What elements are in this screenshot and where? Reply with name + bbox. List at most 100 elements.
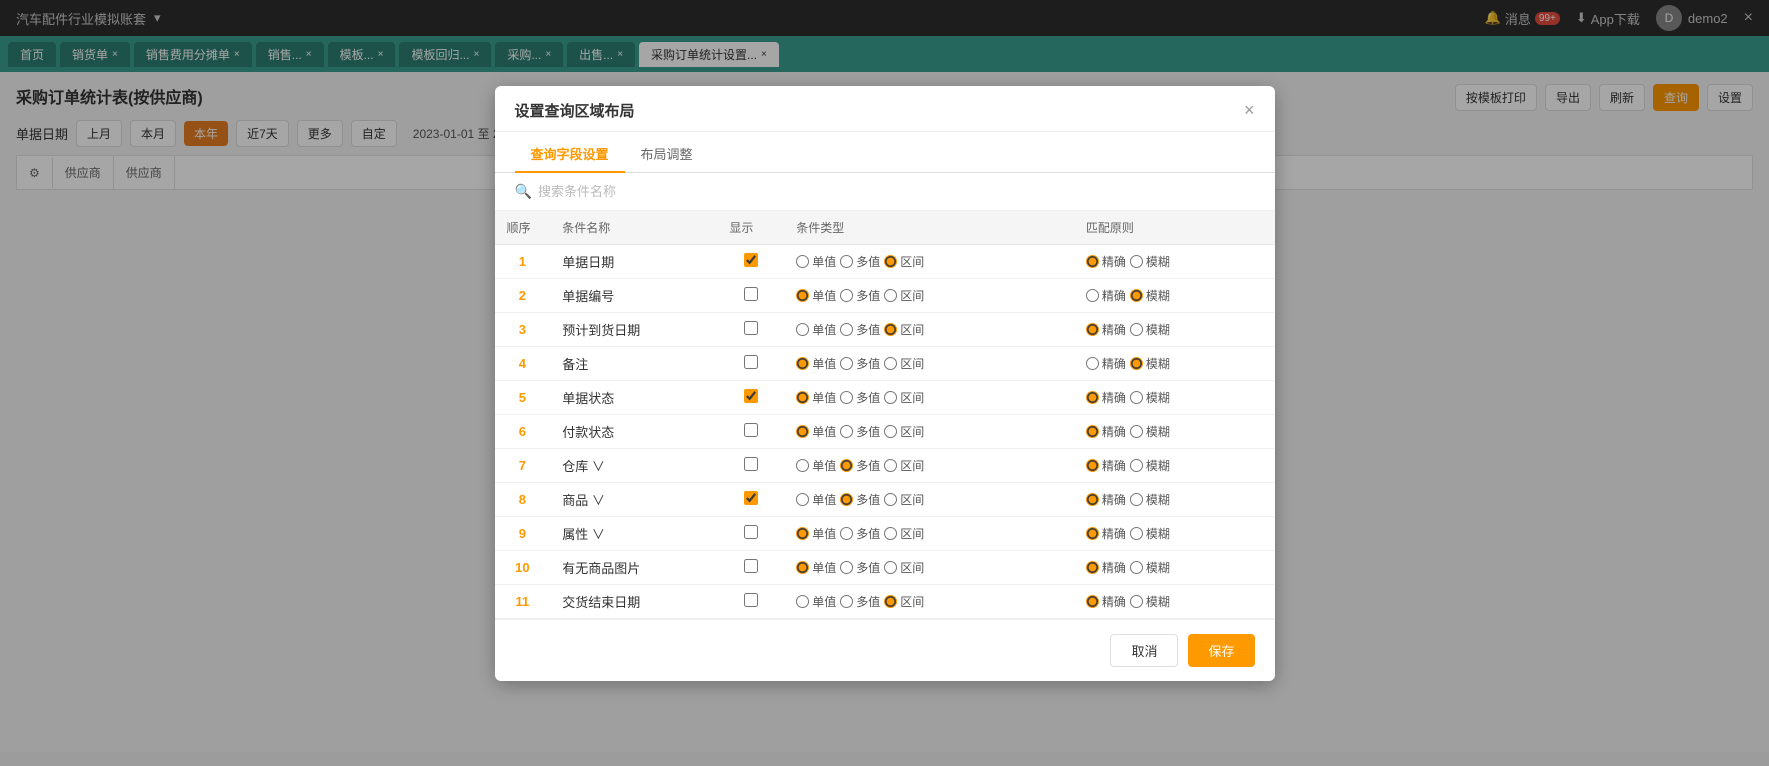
type-radio[interactable] xyxy=(796,493,809,506)
display-checkbox[interactable] xyxy=(744,287,758,301)
match-radio[interactable] xyxy=(1086,255,1099,268)
match-radio-label[interactable]: 模糊 xyxy=(1130,559,1170,576)
match-radio[interactable] xyxy=(1130,255,1143,268)
type-radio-label[interactable]: 多值 xyxy=(840,389,880,406)
type-radio[interactable] xyxy=(840,527,853,540)
type-radio[interactable] xyxy=(796,425,809,438)
match-radio[interactable] xyxy=(1130,527,1143,540)
type-radio[interactable] xyxy=(884,391,897,404)
type-radio[interactable] xyxy=(884,561,897,574)
match-radio[interactable] xyxy=(1086,595,1099,608)
type-radio[interactable] xyxy=(840,493,853,506)
type-radio-label[interactable]: 多值 xyxy=(840,355,880,372)
match-radio[interactable] xyxy=(1086,493,1099,506)
match-radio[interactable] xyxy=(1130,595,1143,608)
type-radio[interactable] xyxy=(884,425,897,438)
type-radio[interactable] xyxy=(796,391,809,404)
type-radio[interactable] xyxy=(884,527,897,540)
match-radio-label[interactable]: 模糊 xyxy=(1130,525,1170,542)
save-button[interactable]: 保存 xyxy=(1188,634,1254,667)
match-radio[interactable] xyxy=(1086,323,1099,336)
match-radio-label[interactable]: 精确 xyxy=(1086,253,1126,270)
type-radio[interactable] xyxy=(796,289,809,302)
type-radio[interactable] xyxy=(840,459,853,472)
search-input[interactable] xyxy=(538,184,738,199)
match-radio-label[interactable]: 精确 xyxy=(1086,491,1126,508)
match-radio-label[interactable]: 精确 xyxy=(1086,525,1126,542)
type-radio-label[interactable]: 单值 xyxy=(796,287,836,304)
type-radio[interactable] xyxy=(884,289,897,302)
match-radio-label[interactable]: 模糊 xyxy=(1130,355,1170,372)
type-radio-label[interactable]: 区间 xyxy=(884,525,924,542)
display-checkbox[interactable] xyxy=(744,559,758,573)
type-radio[interactable] xyxy=(840,289,853,302)
type-radio-label[interactable]: 多值 xyxy=(840,423,880,440)
type-radio-label[interactable]: 多值 xyxy=(840,491,880,508)
type-radio[interactable] xyxy=(884,357,897,370)
type-radio[interactable] xyxy=(840,323,853,336)
match-radio-label[interactable]: 模糊 xyxy=(1130,389,1170,406)
type-radio-label[interactable]: 多值 xyxy=(840,253,880,270)
match-radio[interactable] xyxy=(1086,459,1099,472)
type-radio[interactable] xyxy=(796,357,809,370)
match-radio[interactable] xyxy=(1086,527,1099,540)
type-radio-label[interactable]: 区间 xyxy=(884,491,924,508)
type-radio[interactable] xyxy=(884,323,897,336)
match-radio-label[interactable]: 精确 xyxy=(1086,457,1126,474)
match-radio[interactable] xyxy=(1130,459,1143,472)
type-radio-label[interactable]: 区间 xyxy=(884,253,924,270)
type-radio-label[interactable]: 单值 xyxy=(796,321,836,338)
match-radio-label[interactable]: 模糊 xyxy=(1130,287,1170,304)
match-radio-label[interactable]: 模糊 xyxy=(1130,457,1170,474)
type-radio-label[interactable]: 区间 xyxy=(884,423,924,440)
tab-layout-adjust[interactable]: 布局调整 xyxy=(625,136,709,173)
type-radio[interactable] xyxy=(884,255,897,268)
display-checkbox[interactable] xyxy=(744,389,758,403)
match-radio-label[interactable]: 精确 xyxy=(1086,287,1126,304)
type-radio-label[interactable]: 单值 xyxy=(796,593,836,610)
type-radio[interactable] xyxy=(796,561,809,574)
type-radio[interactable] xyxy=(840,561,853,574)
match-radio[interactable] xyxy=(1086,391,1099,404)
display-checkbox[interactable] xyxy=(744,321,758,335)
match-radio[interactable] xyxy=(1130,323,1143,336)
match-radio[interactable] xyxy=(1130,289,1143,302)
display-checkbox[interactable] xyxy=(744,457,758,471)
match-radio-label[interactable]: 精确 xyxy=(1086,593,1126,610)
type-radio[interactable] xyxy=(840,595,853,608)
match-radio-label[interactable]: 精确 xyxy=(1086,355,1126,372)
match-radio[interactable] xyxy=(1130,561,1143,574)
type-radio-label[interactable]: 单值 xyxy=(796,457,836,474)
type-radio-label[interactable]: 单值 xyxy=(796,389,836,406)
type-radio-label[interactable]: 单值 xyxy=(796,355,836,372)
type-radio-label[interactable]: 单值 xyxy=(796,559,836,576)
display-checkbox[interactable] xyxy=(744,525,758,539)
match-radio-label[interactable]: 精确 xyxy=(1086,389,1126,406)
type-radio-label[interactable]: 区间 xyxy=(884,355,924,372)
match-radio-label[interactable]: 精确 xyxy=(1086,321,1126,338)
type-radio-label[interactable]: 区间 xyxy=(884,321,924,338)
type-radio[interactable] xyxy=(884,493,897,506)
type-radio-label[interactable]: 区间 xyxy=(884,593,924,610)
type-radio-label[interactable]: 区间 xyxy=(884,457,924,474)
type-radio-label[interactable]: 区间 xyxy=(884,287,924,304)
match-radio[interactable] xyxy=(1086,561,1099,574)
modal-close-button[interactable]: × xyxy=(1244,100,1255,121)
match-radio-label[interactable]: 精确 xyxy=(1086,559,1126,576)
tab-field-settings[interactable]: 查询字段设置 xyxy=(515,136,625,173)
match-radio-label[interactable]: 模糊 xyxy=(1130,491,1170,508)
type-radio-label[interactable]: 单值 xyxy=(796,423,836,440)
type-radio[interactable] xyxy=(840,255,853,268)
type-radio-label[interactable]: 多值 xyxy=(840,457,880,474)
match-radio[interactable] xyxy=(1130,493,1143,506)
type-radio-label[interactable]: 单值 xyxy=(796,525,836,542)
match-radio[interactable] xyxy=(1086,425,1099,438)
type-radio-label[interactable]: 多值 xyxy=(840,287,880,304)
display-checkbox[interactable] xyxy=(744,253,758,267)
match-radio-label[interactable]: 模糊 xyxy=(1130,593,1170,610)
type-radio-label[interactable]: 多值 xyxy=(840,321,880,338)
cancel-button[interactable]: 取消 xyxy=(1110,634,1178,667)
type-radio[interactable] xyxy=(796,595,809,608)
display-checkbox[interactable] xyxy=(744,491,758,505)
type-radio[interactable] xyxy=(884,595,897,608)
